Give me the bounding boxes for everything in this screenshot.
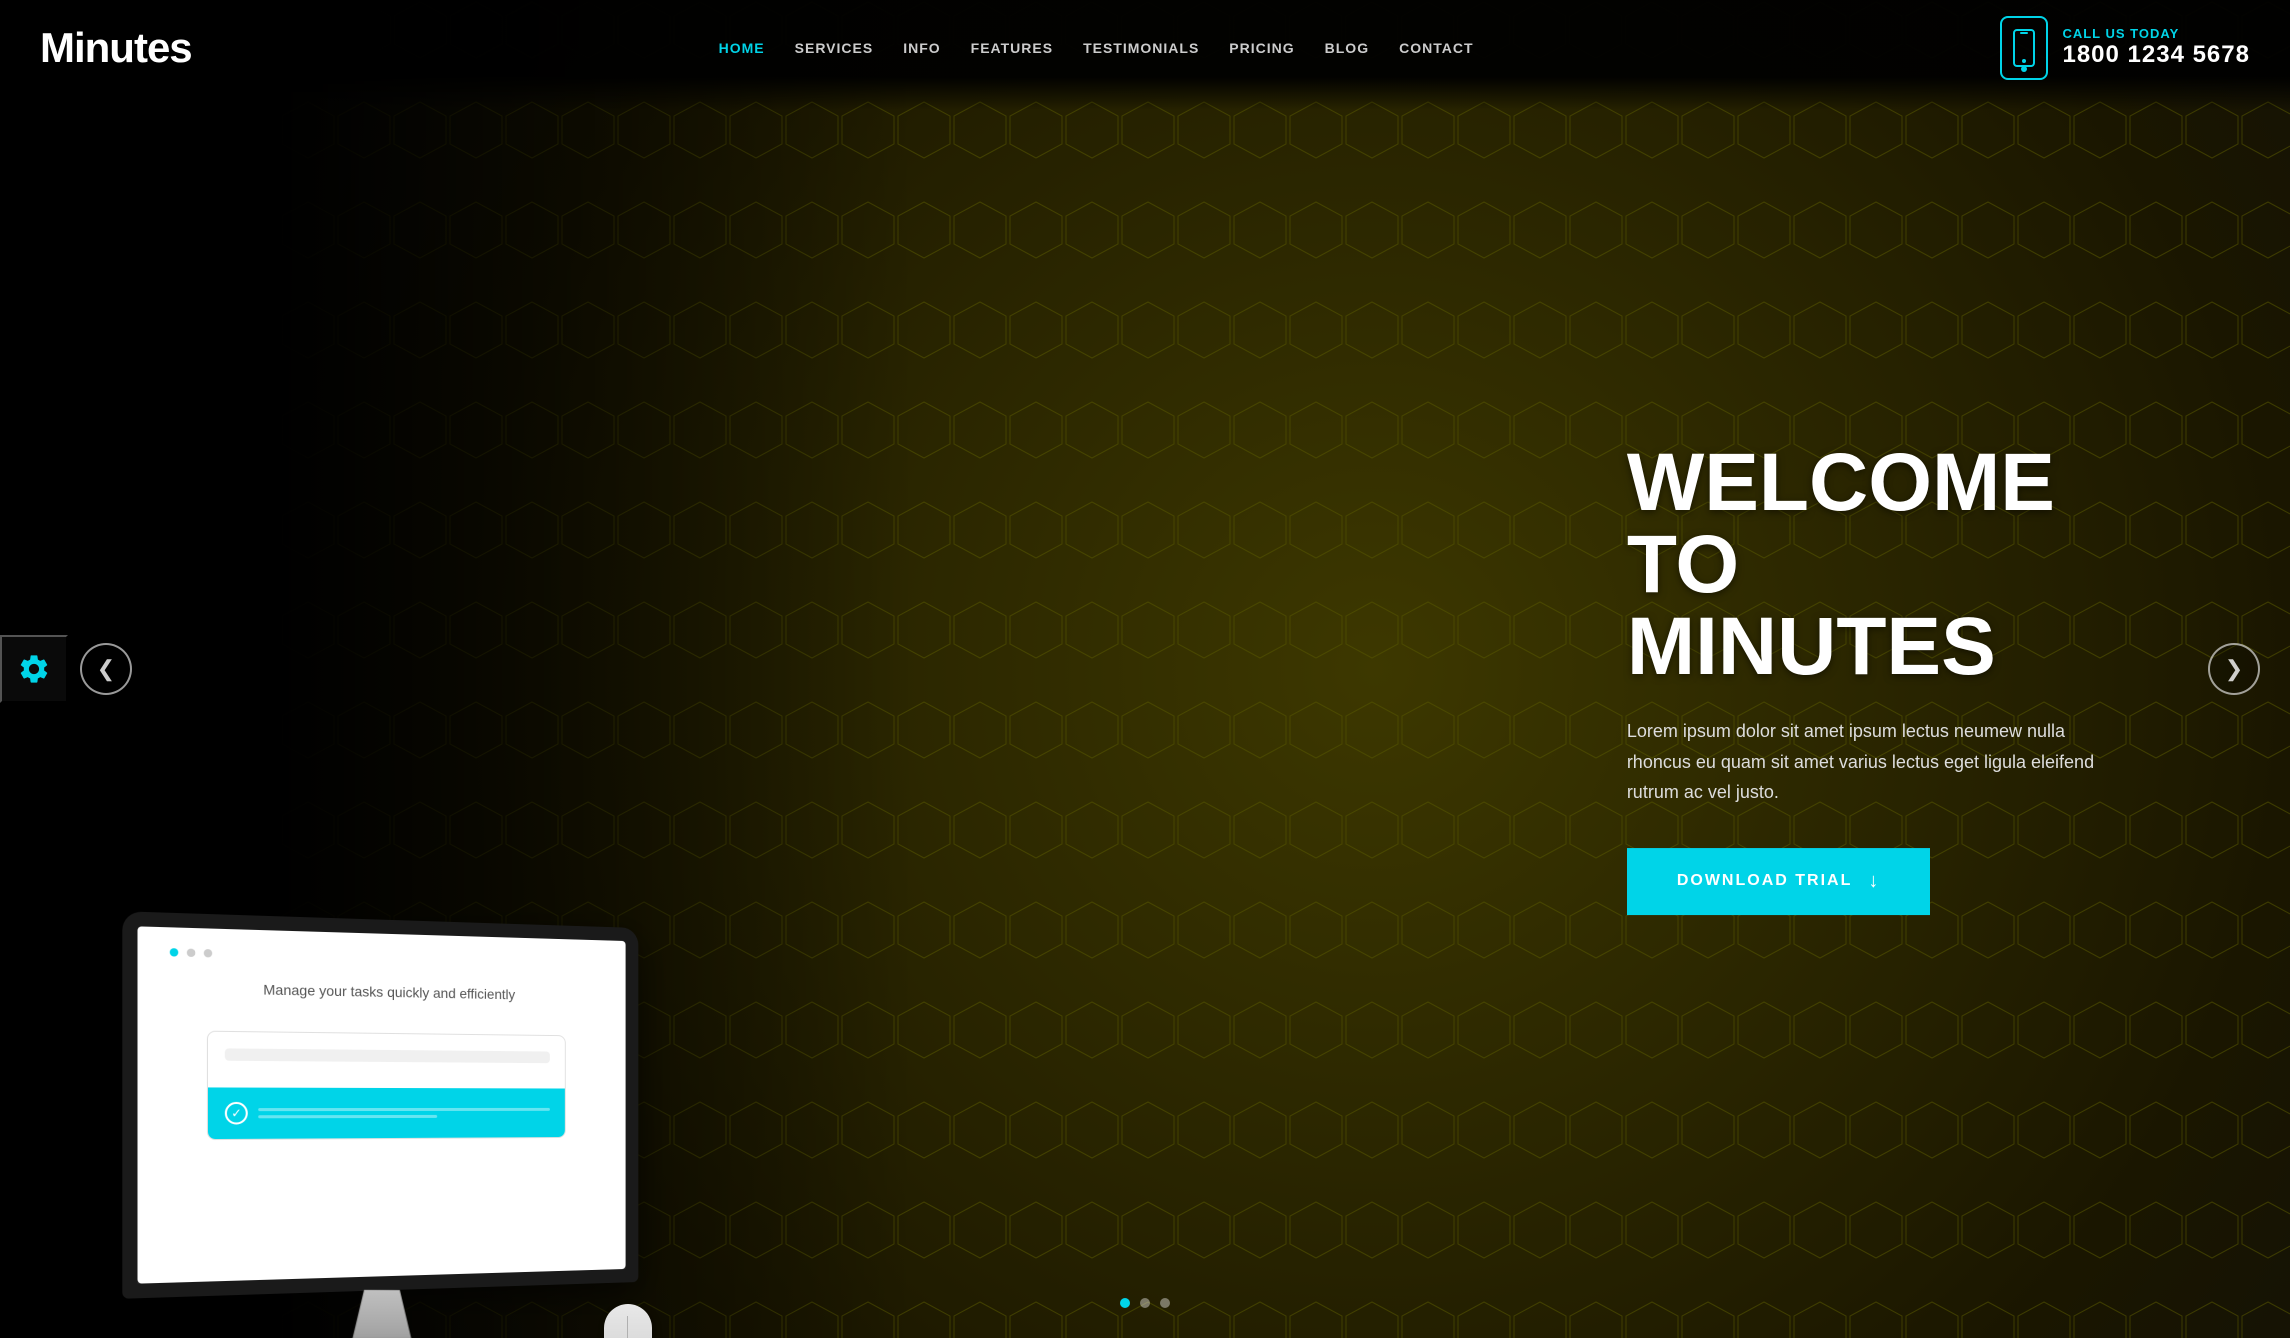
monitor-stand bbox=[352, 1290, 411, 1338]
phone-text: CALL US TODAY 1800 1234 5678 bbox=[2062, 26, 2250, 69]
monitor-body: Manage your tasks quickly and efficientl… bbox=[122, 911, 638, 1299]
screen-dots bbox=[169, 948, 607, 967]
phone-number: 1800 1234 5678 bbox=[2062, 41, 2250, 69]
screen-card: ✓ bbox=[207, 1031, 565, 1140]
indicator-2[interactable] bbox=[1140, 1298, 1150, 1308]
call-us-label: CALL US TODAY bbox=[2062, 26, 2250, 41]
indicator-1[interactable] bbox=[1120, 1298, 1130, 1308]
hero-content: WELCOME TO MINUTES Lorem ipsum dolor sit… bbox=[1627, 442, 2107, 915]
indicator-3[interactable] bbox=[1160, 1298, 1170, 1308]
hero-section: Minutes HOME SERVICES INFO FEATURES TEST… bbox=[0, 0, 2290, 1338]
nav-contact[interactable]: CONTACT bbox=[1399, 40, 1473, 56]
nav-info[interactable]: INFO bbox=[903, 40, 940, 56]
gear-button[interactable] bbox=[0, 635, 68, 703]
phone-section: CALL US TODAY 1800 1234 5678 bbox=[2000, 16, 2250, 80]
screen-text: Manage your tasks quickly and efficientl… bbox=[159, 977, 607, 1007]
phone-icon bbox=[2013, 29, 2035, 67]
hero-description: Lorem ipsum dolor sit amet ipsum lectus … bbox=[1627, 716, 2107, 808]
screen-cta-bar: ✓ bbox=[208, 1087, 564, 1139]
dot-inactive-2 bbox=[203, 949, 211, 957]
gear-icon bbox=[17, 652, 51, 686]
monitor-screen: Manage your tasks quickly and efficientl… bbox=[137, 926, 625, 1283]
download-trial-button[interactable]: DOWNLOAD TRIAL ↓ bbox=[1627, 848, 1931, 915]
nav-testimonials[interactable]: TESTIMONIALS bbox=[1083, 40, 1199, 56]
hero-title-line2: MINUTES bbox=[1627, 601, 1996, 692]
download-arrow-icon: ↓ bbox=[1868, 870, 1880, 893]
phone-icon-container bbox=[2000, 16, 2048, 80]
prev-arrow-icon: ❮ bbox=[97, 658, 115, 680]
dot-inactive-1 bbox=[186, 949, 194, 958]
brand-logo[interactable]: Minutes bbox=[40, 24, 192, 72]
screen-input-mock bbox=[225, 1048, 550, 1063]
mouse bbox=[604, 1304, 652, 1338]
navbar: Minutes HOME SERVICES INFO FEATURES TEST… bbox=[0, 0, 2290, 95]
carousel-indicators bbox=[1120, 1298, 1170, 1308]
monitor-container: Manage your tasks quickly and efficientl… bbox=[92, 920, 672, 1338]
screen-line-2 bbox=[258, 1115, 436, 1118]
nav-links: HOME SERVICES INFO FEATURES TESTIMONIALS… bbox=[719, 40, 1474, 56]
dot-active bbox=[169, 948, 178, 957]
hero-title: WELCOME TO MINUTES bbox=[1627, 442, 2107, 688]
carousel-next-button[interactable]: ❯ bbox=[2208, 643, 2260, 695]
screen-lines bbox=[258, 1108, 549, 1118]
nav-pricing[interactable]: PRICING bbox=[1229, 40, 1294, 56]
screen-check-icon: ✓ bbox=[225, 1102, 248, 1125]
nav-blog[interactable]: BLOG bbox=[1325, 40, 1369, 56]
download-label: DOWNLOAD TRIAL bbox=[1677, 872, 1853, 890]
screen-line-1 bbox=[258, 1108, 549, 1111]
nav-features[interactable]: FEATURES bbox=[971, 40, 1053, 56]
screen-card-inner bbox=[208, 1032, 564, 1089]
nav-services[interactable]: SERVICES bbox=[795, 40, 874, 56]
hero-title-line1: WELCOME TO bbox=[1627, 437, 2055, 610]
nav-home[interactable]: HOME bbox=[719, 40, 765, 56]
monitor: Manage your tasks quickly and efficientl… bbox=[92, 920, 672, 1338]
next-arrow-icon: ❯ bbox=[2225, 658, 2243, 680]
carousel-prev-button[interactable]: ❮ bbox=[80, 643, 132, 695]
